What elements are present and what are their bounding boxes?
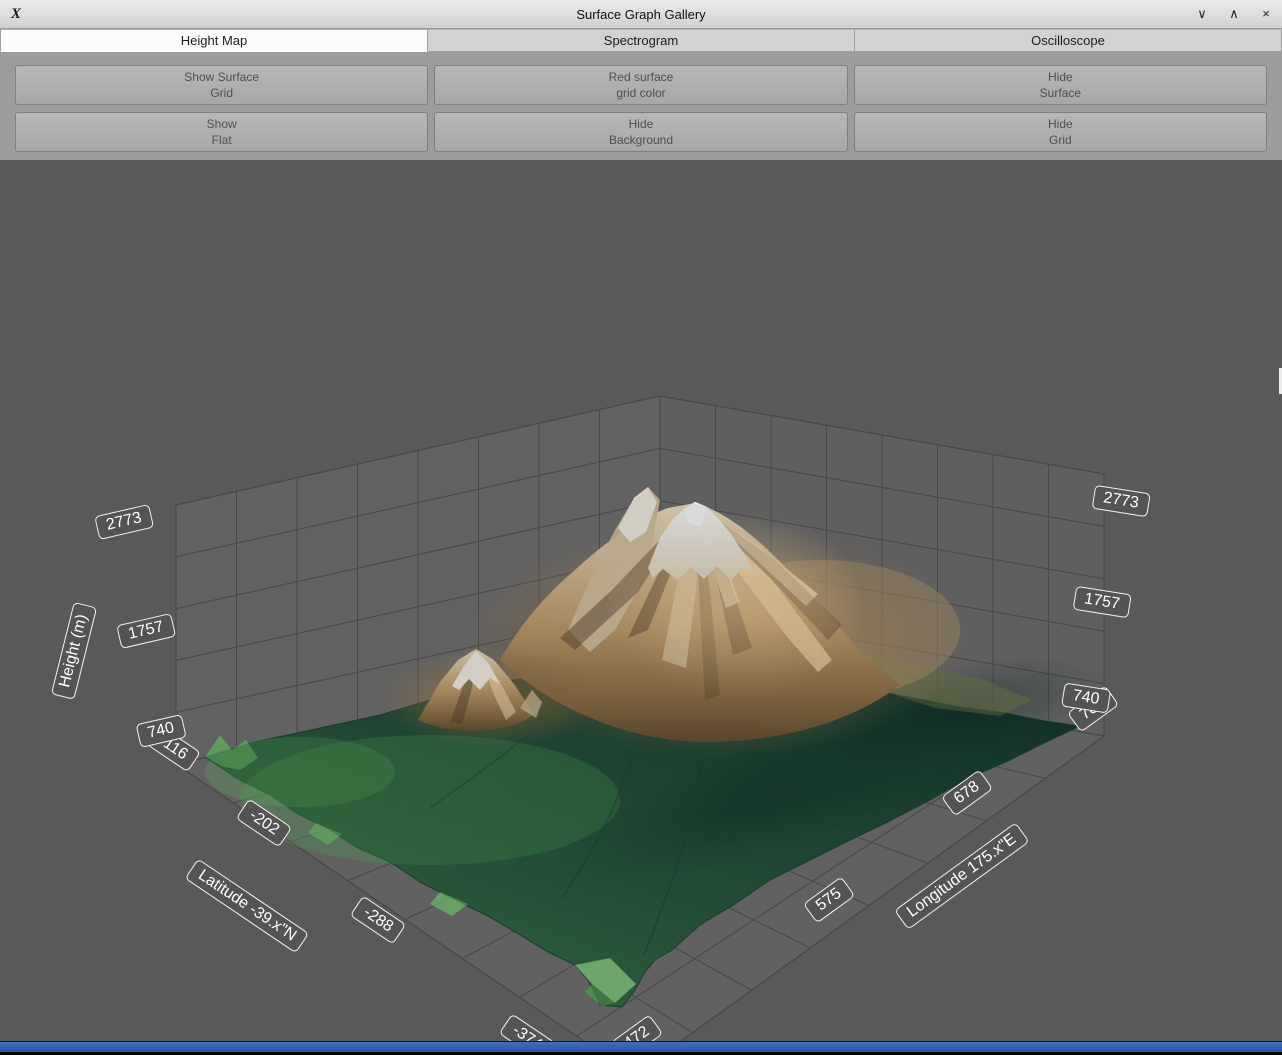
maximize-button[interactable]: ∧ — [1226, 0, 1242, 28]
window-title: Surface Graph Gallery — [0, 7, 1282, 22]
button-label-line: Show Surface — [184, 69, 259, 85]
red-surface-grid-color-button[interactable]: Red surface grid color — [434, 65, 847, 105]
chevron-up-icon: ∧ — [1229, 6, 1239, 21]
tab-oscilloscope[interactable]: Oscilloscope — [855, 29, 1282, 52]
chevron-down-icon: ∨ — [1197, 6, 1207, 21]
tab-bar: Height Map Spectrogram Oscilloscope — [0, 29, 1282, 52]
button-label-line: Show — [207, 116, 237, 132]
button-label-line: Grid — [210, 85, 233, 101]
window-titlebar[interactable]: X Surface Graph Gallery ∨ ∧ × — [0, 0, 1282, 29]
hide-grid-button[interactable]: Hide Grid — [854, 112, 1267, 152]
button-label-line: Red surface — [609, 69, 674, 85]
surface-plot-area[interactable]: -116 -202 -288 -374 Latitude -39.x"N 472… — [0, 160, 1282, 1041]
taskbar — [0, 1041, 1282, 1055]
close-button[interactable]: × — [1258, 0, 1274, 28]
hide-surface-button[interactable]: Hide Surface — [854, 65, 1267, 105]
window-controls: ∨ ∧ × — [1194, 0, 1274, 28]
show-flat-button[interactable]: Show Flat — [15, 112, 428, 152]
minimize-button[interactable]: ∨ — [1194, 0, 1210, 28]
button-label-line: Surface — [1040, 85, 1081, 101]
show-surface-grid-button[interactable]: Show Surface Grid — [15, 65, 428, 105]
button-label-line: Hide — [629, 116, 654, 132]
button-label-line: Grid — [1049, 132, 1072, 148]
toolbar: Show Surface Grid Red surface grid color… — [0, 52, 1282, 160]
tab-spectrogram[interactable]: Spectrogram — [428, 29, 855, 52]
hide-background-button[interactable]: Hide Background — [434, 112, 847, 152]
button-label-line: Background — [609, 132, 673, 148]
close-icon: × — [1262, 6, 1270, 21]
button-label-line: Flat — [212, 132, 232, 148]
button-label-line: Hide — [1048, 69, 1073, 85]
button-label-line: Hide — [1048, 116, 1073, 132]
button-label-line: grid color — [616, 85, 665, 101]
tab-height-map[interactable]: Height Map — [0, 29, 428, 52]
